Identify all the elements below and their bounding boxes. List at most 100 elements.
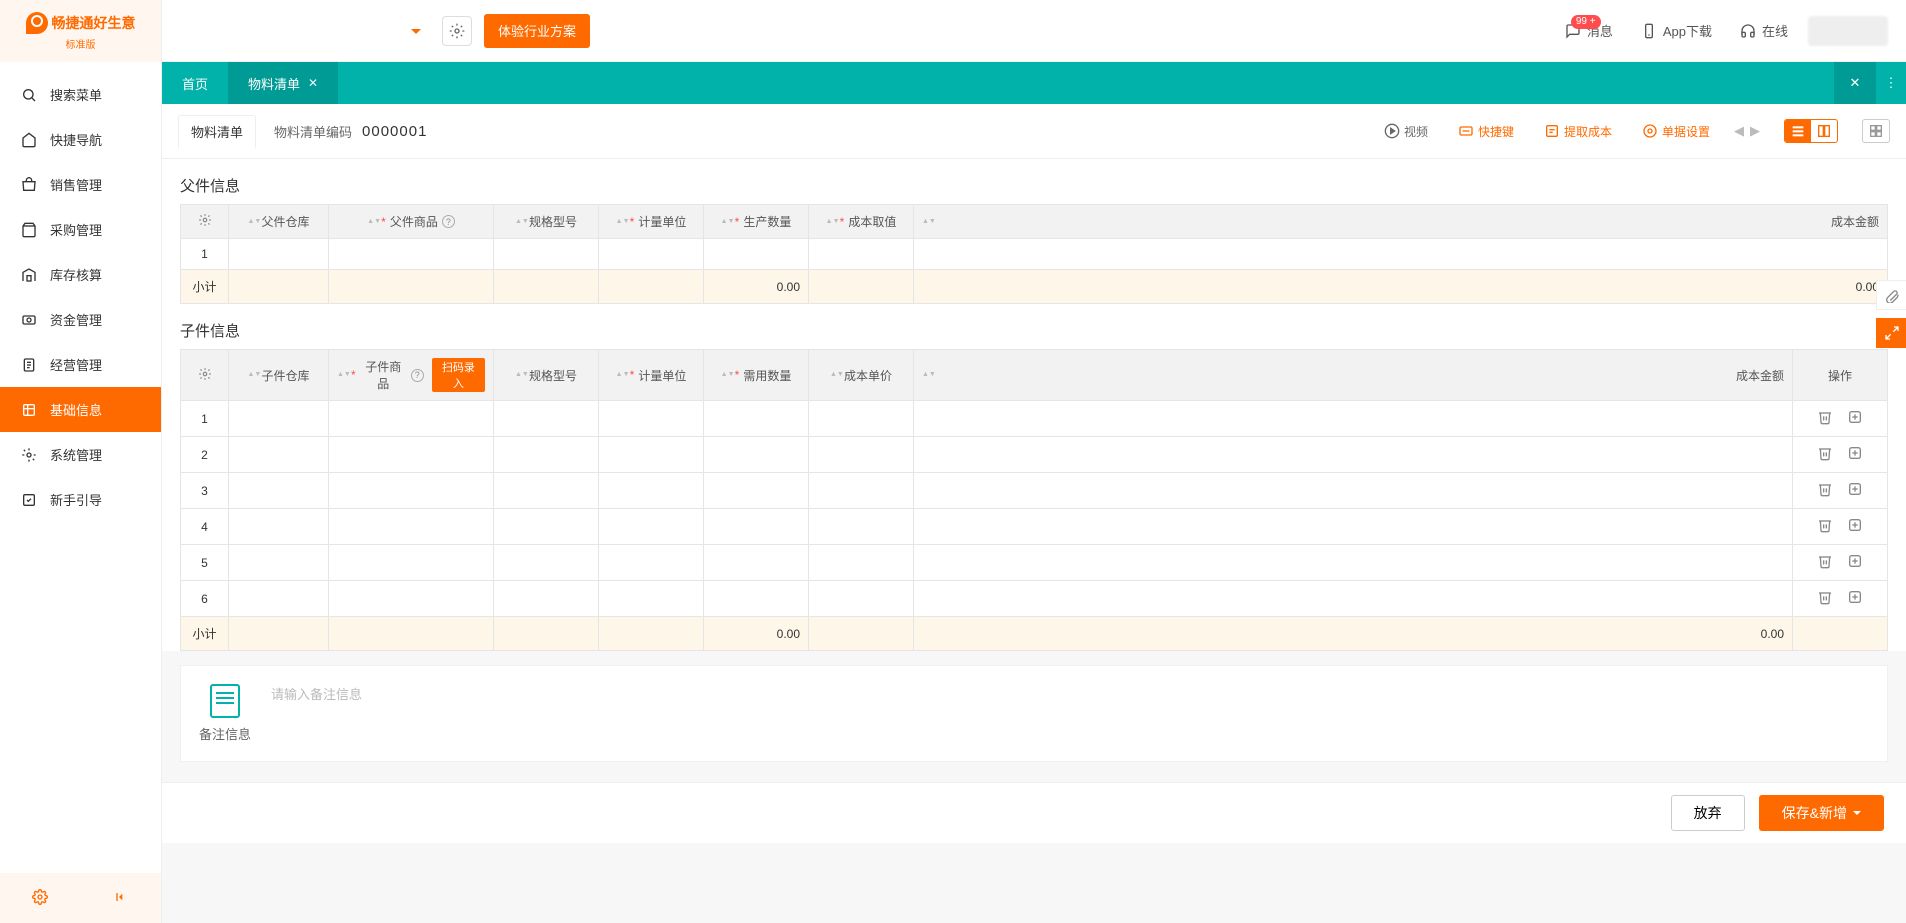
tool-shortcut[interactable]: 快捷键 [1452, 123, 1520, 140]
nav-next-icon[interactable]: ▶ [1750, 123, 1760, 139]
brand-name: 畅捷通好生意 [52, 13, 136, 33]
topbar-settings-button[interactable] [442, 16, 472, 46]
scan-tag[interactable]: 扫码录入 [432, 358, 485, 392]
discard-button[interactable]: 放弃 [1671, 795, 1745, 831]
collapse-icon[interactable] [113, 889, 129, 908]
add-icon[interactable] [1847, 589, 1863, 608]
sidebar-item-bag[interactable]: 采购管理 [0, 207, 161, 252]
add-icon[interactable] [1847, 553, 1863, 572]
parent-th-product[interactable]: ▲▼*父件商品? [329, 205, 494, 239]
nav-prev-icon[interactable]: ◀ [1734, 123, 1744, 139]
gear-icon [20, 446, 38, 464]
delete-icon[interactable] [1817, 589, 1833, 608]
page-tab-bom[interactable]: 物料清单 [178, 115, 256, 149]
view-toggle-2 [1862, 119, 1890, 143]
view-grid-icon[interactable] [1863, 120, 1889, 142]
remarks-input[interactable] [271, 684, 1869, 734]
table-row[interactable]: 5 [181, 545, 1888, 581]
stock-icon [20, 266, 38, 284]
table-row[interactable]: 1 [181, 401, 1888, 437]
child-th-spec[interactable]: ▲▼规格型号 [494, 350, 599, 401]
topbar: 体验行业方案 消息 99 + App下载 在线 [162, 0, 1906, 62]
view-detail-icon[interactable] [1811, 120, 1837, 142]
child-th-op: 操作 [1793, 350, 1888, 401]
sidebar: 畅捷通好生意 标准版 搜索菜单快捷导航销售管理采购管理库存核算资金管理经营管理基… [0, 0, 162, 923]
delete-icon[interactable] [1817, 517, 1833, 536]
table-row[interactable]: 4 [181, 509, 1888, 545]
parent-th-qty[interactable]: ▲▼*生产数量 [704, 205, 809, 239]
table-row[interactable]: 1 [181, 239, 1888, 270]
sidebar-item-shop[interactable]: 销售管理 [0, 162, 161, 207]
tab-bom[interactable]: 物料清单 ✕ [228, 62, 338, 104]
add-icon[interactable] [1847, 517, 1863, 536]
sidebar-item-label: 资金管理 [50, 310, 102, 329]
parent-th-cost-basis[interactable]: ▲▼*成本取值 [809, 205, 914, 239]
tabstrip: 首页 物料清单 ✕ ✕ ⋮ [162, 62, 1906, 104]
delete-icon[interactable] [1817, 409, 1833, 428]
page-bar: 物料清单 物料清单编码 0000001 视频 快捷键 提取成本 单据设置 ◀ ▶ [162, 104, 1906, 159]
tool-extract-cost[interactable]: 提取成本 [1538, 123, 1618, 140]
sidebar-item-label: 搜索菜单 [50, 85, 102, 104]
view-toggle-1 [1784, 119, 1838, 143]
save-and-new-button[interactable]: 保存&新增 [1759, 795, 1884, 831]
home-icon [20, 131, 38, 149]
sidebar-item-grid[interactable]: 基础信息 [0, 387, 161, 432]
sidebar-footer [0, 873, 161, 923]
parent-th-spec[interactable]: ▲▼规格型号 [494, 205, 599, 239]
sidebar-item-doc[interactable]: 经营管理 [0, 342, 161, 387]
child-th-warehouse[interactable]: ▲▼子件仓库 [229, 350, 329, 401]
expand-icon[interactable] [1876, 318, 1906, 348]
org-selector[interactable] [180, 14, 430, 48]
notebook-icon [210, 684, 240, 718]
sidebar-item-label: 系统管理 [50, 445, 102, 464]
child-th-product[interactable]: ▲▼*子件商品?扫码录入 [329, 350, 494, 401]
parent-table: ▲▼父件仓库 ▲▼*父件商品? ▲▼规格型号 ▲▼*计量单位 ▲▼*生产数量 ▲… [180, 204, 1888, 304]
tool-video[interactable]: 视频 [1378, 123, 1434, 140]
delete-icon[interactable] [1817, 553, 1833, 572]
user-avatar[interactable] [1808, 16, 1888, 46]
table-row[interactable]: 2 [181, 437, 1888, 473]
nav-list: 搜索菜单快捷导航销售管理采购管理库存核算资金管理经营管理基础信息系统管理新手引导 [0, 62, 161, 873]
parent-th-cost-amount[interactable]: ▲▼成本金额 [914, 205, 1888, 239]
sidebar-item-guide[interactable]: 新手引导 [0, 477, 161, 522]
child-th-cost-amount[interactable]: ▲▼成本金额 [914, 350, 1793, 401]
child-th-qty[interactable]: ▲▼*需用数量 [704, 350, 809, 401]
messages-link[interactable]: 消息 99 + [1557, 21, 1621, 40]
tabstrip-more[interactable]: ⋮ [1876, 62, 1906, 104]
help-icon[interactable]: ? [411, 369, 424, 382]
sidebar-item-search[interactable]: 搜索菜单 [0, 72, 161, 117]
table-row[interactable]: 3 [181, 473, 1888, 509]
sidebar-item-home[interactable]: 快捷导航 [0, 117, 161, 162]
view-list-icon[interactable] [1785, 120, 1811, 142]
attachment-icon[interactable] [1876, 280, 1906, 310]
child-th-gear[interactable] [181, 350, 229, 401]
close-icon[interactable]: ✕ [308, 76, 318, 90]
parent-th-gear[interactable] [181, 205, 229, 239]
delete-icon[interactable] [1817, 445, 1833, 464]
sidebar-item-gear[interactable]: 系统管理 [0, 432, 161, 477]
online-support-link[interactable]: 在线 [1732, 21, 1796, 40]
shop-icon [20, 176, 38, 194]
delete-icon[interactable] [1817, 481, 1833, 500]
add-icon[interactable] [1847, 445, 1863, 464]
guide-icon [20, 491, 38, 509]
bag-icon [20, 221, 38, 239]
promo-button[interactable]: 体验行业方案 [484, 14, 590, 48]
parent-th-warehouse[interactable]: ▲▼父件仓库 [229, 205, 329, 239]
help-icon[interactable]: ? [442, 215, 455, 228]
tabstrip-close-all[interactable]: ✕ [1834, 62, 1876, 104]
sidebar-item-stock[interactable]: 库存核算 [0, 252, 161, 297]
add-icon[interactable] [1847, 409, 1863, 428]
app-download-link[interactable]: App下载 [1633, 21, 1720, 40]
remarks-label: 备注信息 [199, 724, 251, 743]
parent-th-unit[interactable]: ▲▼*计量单位 [599, 205, 704, 239]
add-icon[interactable] [1847, 481, 1863, 500]
child-th-unit-cost[interactable]: ▲▼成本单价 [809, 350, 914, 401]
tab-home[interactable]: 首页 [162, 62, 228, 104]
child-th-unit[interactable]: ▲▼*计量单位 [599, 350, 704, 401]
table-row[interactable]: 6 [181, 581, 1888, 617]
child-subtotal-row: 小计 0.00 0.00 [181, 617, 1888, 651]
tool-doc-setting[interactable]: 单据设置 [1636, 123, 1716, 140]
settings-icon[interactable] [32, 889, 48, 908]
sidebar-item-money[interactable]: 资金管理 [0, 297, 161, 342]
